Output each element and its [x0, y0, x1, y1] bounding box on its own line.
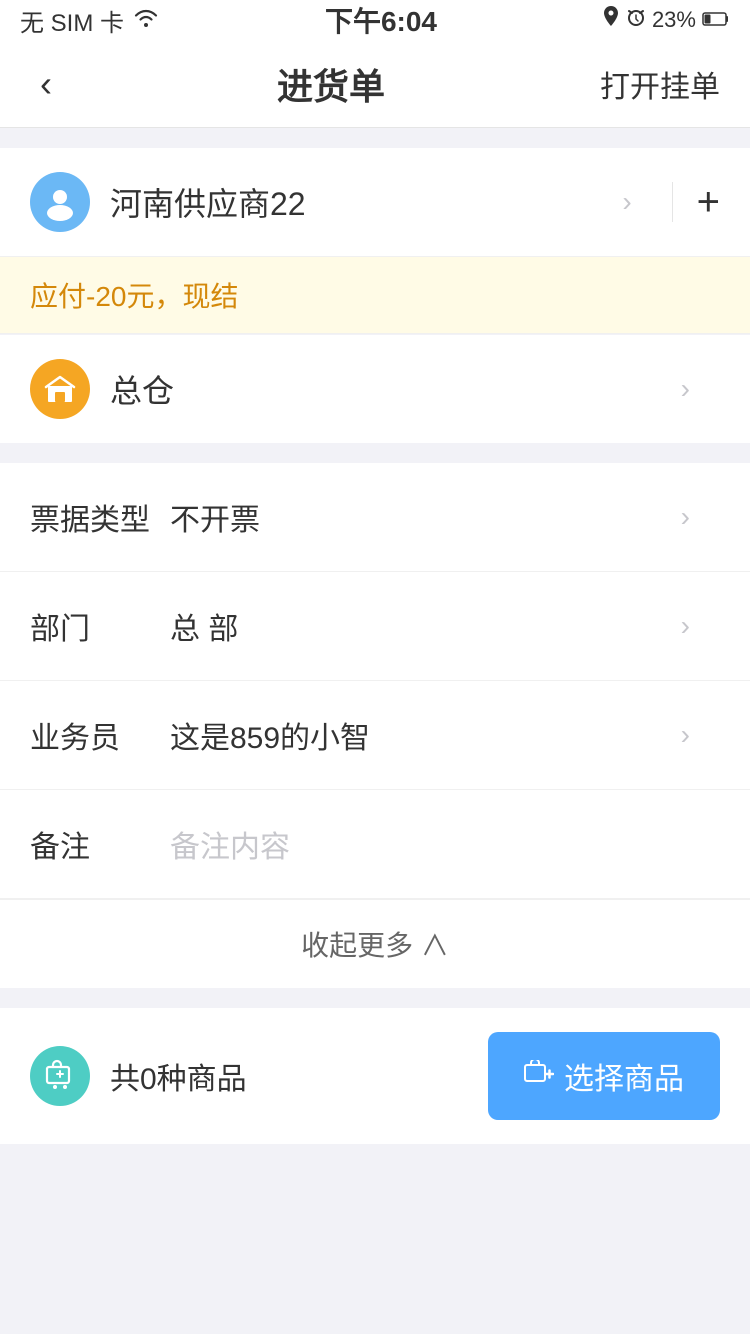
salesperson-value: 这是859的小智	[150, 713, 681, 757]
product-section: 共0种商品 选择商品	[0, 1008, 750, 1144]
form-section: 票据类型 不开票 › 部门 总 部 › 业务员 这是859的小智 › 备注 备注…	[0, 463, 750, 988]
salesperson-label: 业务员	[30, 713, 150, 757]
remark-row[interactable]: 备注 备注内容	[0, 790, 750, 899]
supplier-avatar	[30, 172, 90, 232]
department-row[interactable]: 部门 总 部 ›	[0, 572, 750, 681]
alarm-icon	[626, 7, 646, 33]
notice-banner: 应付-20元，现结	[0, 257, 750, 334]
select-product-icon	[524, 1060, 554, 1093]
collapse-label: 收起更多 ∧	[301, 930, 449, 961]
status-bar: 无 SIM 卡 下午6:04 23%	[0, 0, 750, 40]
wifi-icon	[132, 6, 160, 34]
salesperson-chevron-icon: ›	[681, 719, 690, 751]
status-right: 23%	[602, 6, 730, 34]
notice-text: 应付-20元，现结	[30, 281, 238, 312]
battery-percentage: 23%	[652, 7, 696, 33]
page-title: 进货单	[277, 58, 385, 110]
salesperson-row[interactable]: 业务员 这是859的小智 ›	[0, 681, 750, 790]
supplier-name: 河南供应商22	[110, 179, 622, 225]
invoice-type-row[interactable]: 票据类型 不开票 ›	[0, 463, 750, 572]
battery-icon	[702, 7, 730, 33]
department-value: 总 部	[150, 604, 681, 648]
invoice-type-value: 不开票	[150, 495, 681, 539]
invoice-type-label: 票据类型	[30, 495, 150, 539]
supplier-row[interactable]: 河南供应商22 › +	[0, 148, 750, 257]
status-time: 下午6:04	[325, 0, 437, 40]
nav-bar: ‹ 进货单 打开挂单	[0, 40, 750, 128]
select-product-button[interactable]: 选择商品	[488, 1032, 720, 1120]
back-button[interactable]: ‹	[30, 53, 62, 115]
department-label: 部门	[30, 604, 150, 648]
select-product-label: 选择商品	[564, 1054, 684, 1098]
product-cart-icon	[30, 1046, 90, 1106]
collapse-button[interactable]: 收起更多 ∧	[0, 899, 750, 988]
warehouse-row[interactable]: 总仓 ›	[0, 334, 750, 443]
status-left: 无 SIM 卡	[20, 3, 160, 38]
warehouse-name: 总仓	[110, 366, 681, 412]
signal-text: 无 SIM 卡	[20, 3, 124, 38]
location-icon	[602, 6, 620, 34]
supplier-section: 河南供应商22 › + 应付-20元，现结 总仓 ›	[0, 148, 750, 443]
warehouse-icon	[30, 359, 90, 419]
supplier-chevron-icon: ›	[622, 186, 631, 218]
department-chevron-icon: ›	[681, 610, 690, 642]
remark-placeholder[interactable]: 备注内容	[150, 822, 720, 866]
invoice-type-chevron-icon: ›	[681, 501, 690, 533]
open-pending-button[interactable]: 打开挂单	[600, 62, 720, 106]
add-supplier-button[interactable]: +	[697, 180, 720, 225]
product-count: 共0种商品	[110, 1054, 488, 1098]
warehouse-chevron-icon: ›	[681, 373, 690, 405]
section-gap-1	[0, 128, 750, 148]
supplier-divider	[672, 182, 673, 222]
remark-label: 备注	[30, 822, 150, 866]
